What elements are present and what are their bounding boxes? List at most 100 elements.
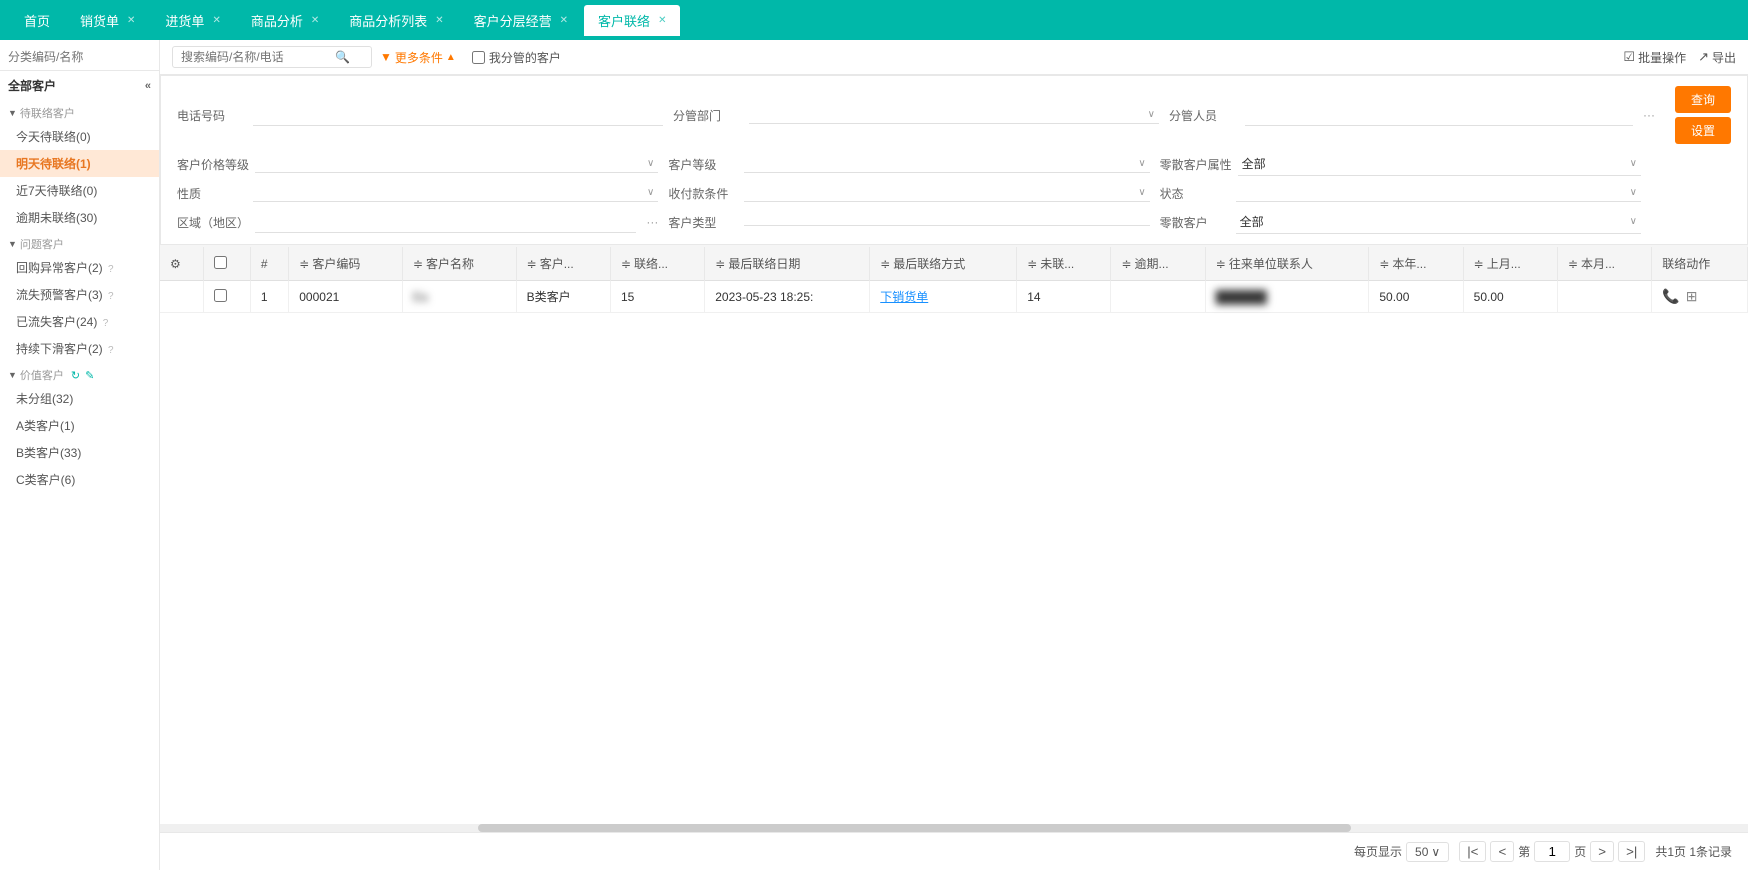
th-name[interactable]: ≑客户名称	[402, 247, 516, 281]
filter-manager-input[interactable]	[1245, 105, 1633, 126]
help-icon-declining[interactable]: ?	[108, 345, 114, 356]
filter-status-select[interactable]: ∨	[1236, 184, 1641, 202]
th-contact[interactable]: ≑联络...	[610, 247, 704, 281]
my-customers-checkbox[interactable]	[472, 51, 485, 64]
sidebar-item-overdue[interactable]: 逾期未联络(30)	[0, 204, 159, 231]
filter-price-level-label: 客户价格等级	[177, 156, 249, 173]
sidebar-item-class-b[interactable]: B类客户(33)	[0, 439, 159, 466]
filter-customer-level-select[interactable]: ∨	[744, 155, 1149, 173]
filter-more-btn[interactable]: ▼ 更多条件 ▲	[380, 49, 456, 66]
th-contact-label: 联络...	[634, 255, 668, 272]
sidebar-item-churn-warning[interactable]: 流失预警客户(3) ?	[0, 281, 159, 308]
filter-region-dots[interactable]: ···	[646, 215, 658, 229]
filter-chevron-up: ▲	[446, 52, 456, 63]
filter-dept-select[interactable]: ∨	[749, 106, 1159, 124]
nav-analysis-list[interactable]: 商品分析列表 ✕	[335, 5, 457, 36]
sidebar-all-customers[interactable]: 全部客户 «	[0, 71, 159, 100]
filter-customer-type-select[interactable]	[744, 219, 1149, 226]
filter-payment-arrow: ∨	[1138, 187, 1145, 198]
filter-retail-attr-select[interactable]: 全部 ∨	[1238, 152, 1641, 176]
nav-purchase[interactable]: 进货单 ✕	[151, 5, 234, 36]
horizontal-scrollbar[interactable]	[160, 824, 1748, 832]
sidebar-search-input[interactable]	[8, 50, 160, 64]
th-this-year[interactable]: ≑本年...	[1369, 247, 1463, 281]
row-checkbox[interactable]	[214, 289, 227, 302]
page-last-btn[interactable]: >|	[1618, 841, 1645, 862]
row-last-method[interactable]: 下销货单	[880, 290, 928, 304]
scrollbar-thumb[interactable]	[478, 824, 1351, 832]
sidebar-item-today-label: 今天待联络(0)	[16, 130, 91, 144]
filter-price-level-select[interactable]: ∨	[255, 155, 658, 173]
nav-purchase-close[interactable]: ✕	[212, 15, 220, 26]
filter-status-label: 状态	[1160, 185, 1230, 202]
filter-nature: 性质 ∨	[177, 184, 658, 202]
action-icons: 📞 ⊞	[1662, 288, 1737, 305]
sidebar-item-class-a[interactable]: A类客户(1)	[0, 412, 159, 439]
sidebar-item-tomorrow[interactable]: 明天待联络(1)	[0, 150, 159, 177]
sidebar-item-class-c[interactable]: C类客户(6)	[0, 466, 159, 493]
nav-home[interactable]: 首页	[10, 5, 64, 36]
sidebar-all-customers-label: 全部客户	[8, 77, 56, 94]
help-icon-churn-warning[interactable]: ?	[108, 291, 114, 302]
filter-payment-select[interactable]: ∨	[744, 184, 1149, 202]
select-all-checkbox[interactable]	[214, 256, 227, 269]
sidebar-item-repurchase-abnormal[interactable]: 回购异常客户(2) ?	[0, 254, 159, 281]
my-customers-check[interactable]: 我分管的客户	[472, 49, 561, 66]
query-button[interactable]: 查询	[1675, 86, 1731, 113]
batch-op-btn[interactable]: ☑ 批量操作	[1623, 49, 1686, 66]
settings-button[interactable]: 设置	[1675, 117, 1731, 144]
th-unlinked[interactable]: ≑未联...	[1017, 247, 1111, 281]
th-settings[interactable]: ⚙	[160, 247, 203, 281]
nav-purchase-label: 进货单	[165, 11, 204, 30]
help-icon-churned[interactable]: ?	[103, 318, 109, 329]
sidebar-item-declining[interactable]: 持续下滑客户(2) ?	[0, 335, 159, 362]
th-overdue[interactable]: ≑逾期...	[1111, 247, 1205, 281]
action-grid-icon[interactable]: ⊞	[1686, 288, 1698, 305]
td-contact: 15	[610, 281, 704, 313]
th-checkbox[interactable]	[203, 247, 250, 281]
filter-nature-select[interactable]: ∨	[253, 184, 658, 202]
th-this-month[interactable]: ≑本月...	[1557, 247, 1651, 281]
th-code[interactable]: ≑客户编码	[289, 247, 403, 281]
export-btn[interactable]: ↗ 导出	[1698, 49, 1736, 66]
th-unlinked-sort: ≑	[1027, 257, 1037, 271]
main-search-icon[interactable]: 🔍	[335, 50, 350, 64]
nav-sales-close[interactable]: ✕	[127, 15, 135, 26]
export-label: 导出	[1712, 49, 1736, 66]
th-type[interactable]: ≑客户...	[516, 247, 610, 281]
th-contact-person[interactable]: ≑往来单位联系人	[1205, 247, 1369, 281]
nav-analysis-close[interactable]: ✕	[311, 15, 319, 26]
filter-manager-dots[interactable]: ···	[1643, 108, 1655, 122]
nav-customer-tier[interactable]: 客户分层经营 ✕	[460, 5, 582, 36]
page-first-btn[interactable]: |<	[1459, 841, 1486, 862]
page-prev-btn[interactable]: <	[1490, 841, 1514, 862]
page-input[interactable]	[1534, 841, 1570, 862]
th-last-date[interactable]: ≑最后联络日期	[705, 247, 870, 281]
nav-sales[interactable]: 销货单 ✕	[66, 5, 149, 36]
action-call-icon[interactable]: 📞	[1662, 288, 1679, 305]
sidebar-item-today[interactable]: 今天待联络(0)	[0, 123, 159, 150]
th-last-month[interactable]: ≑上月...	[1463, 247, 1557, 281]
nav-customer-contact[interactable]: 客户联络 ✕	[584, 5, 680, 36]
th-last-method[interactable]: ≑最后联络方式	[870, 247, 1017, 281]
main-search-input[interactable]	[181, 50, 331, 64]
filter-retail-customer-select[interactable]: 全部 ∨	[1236, 210, 1641, 234]
page-next-btn[interactable]: >	[1590, 841, 1614, 862]
nav-analysis[interactable]: 商品分析 ✕	[237, 5, 333, 36]
nav-customer-contact-close[interactable]: ✕	[658, 15, 666, 26]
value-group-edit[interactable]: ✎	[85, 369, 94, 382]
nav-customer-tier-close[interactable]: ✕	[560, 15, 568, 26]
value-group-refresh[interactable]: ↻	[71, 369, 80, 382]
page-size-box[interactable]: 50 ∨	[1406, 842, 1449, 862]
help-icon-repurchase[interactable]: ?	[108, 264, 114, 275]
nav-analysis-list-close[interactable]: ✕	[435, 15, 443, 26]
content-area: 🔍 ▼ 更多条件 ▲ 我分管的客户 ☑ 批量操作 ↗ 导出	[160, 40, 1748, 870]
filter-region-input[interactable]	[255, 212, 636, 233]
th-index: #	[250, 247, 288, 281]
filter-phone-input[interactable]	[253, 105, 663, 126]
sidebar-item-7days[interactable]: 近7天待联络(0)	[0, 177, 159, 204]
sidebar-item-ungrouped[interactable]: 未分组(32)	[0, 385, 159, 412]
sidebar-item-churned[interactable]: 已流失客户(24) ?	[0, 308, 159, 335]
filter-nature-label: 性质	[177, 185, 247, 202]
td-checkbox[interactable]	[203, 281, 250, 313]
